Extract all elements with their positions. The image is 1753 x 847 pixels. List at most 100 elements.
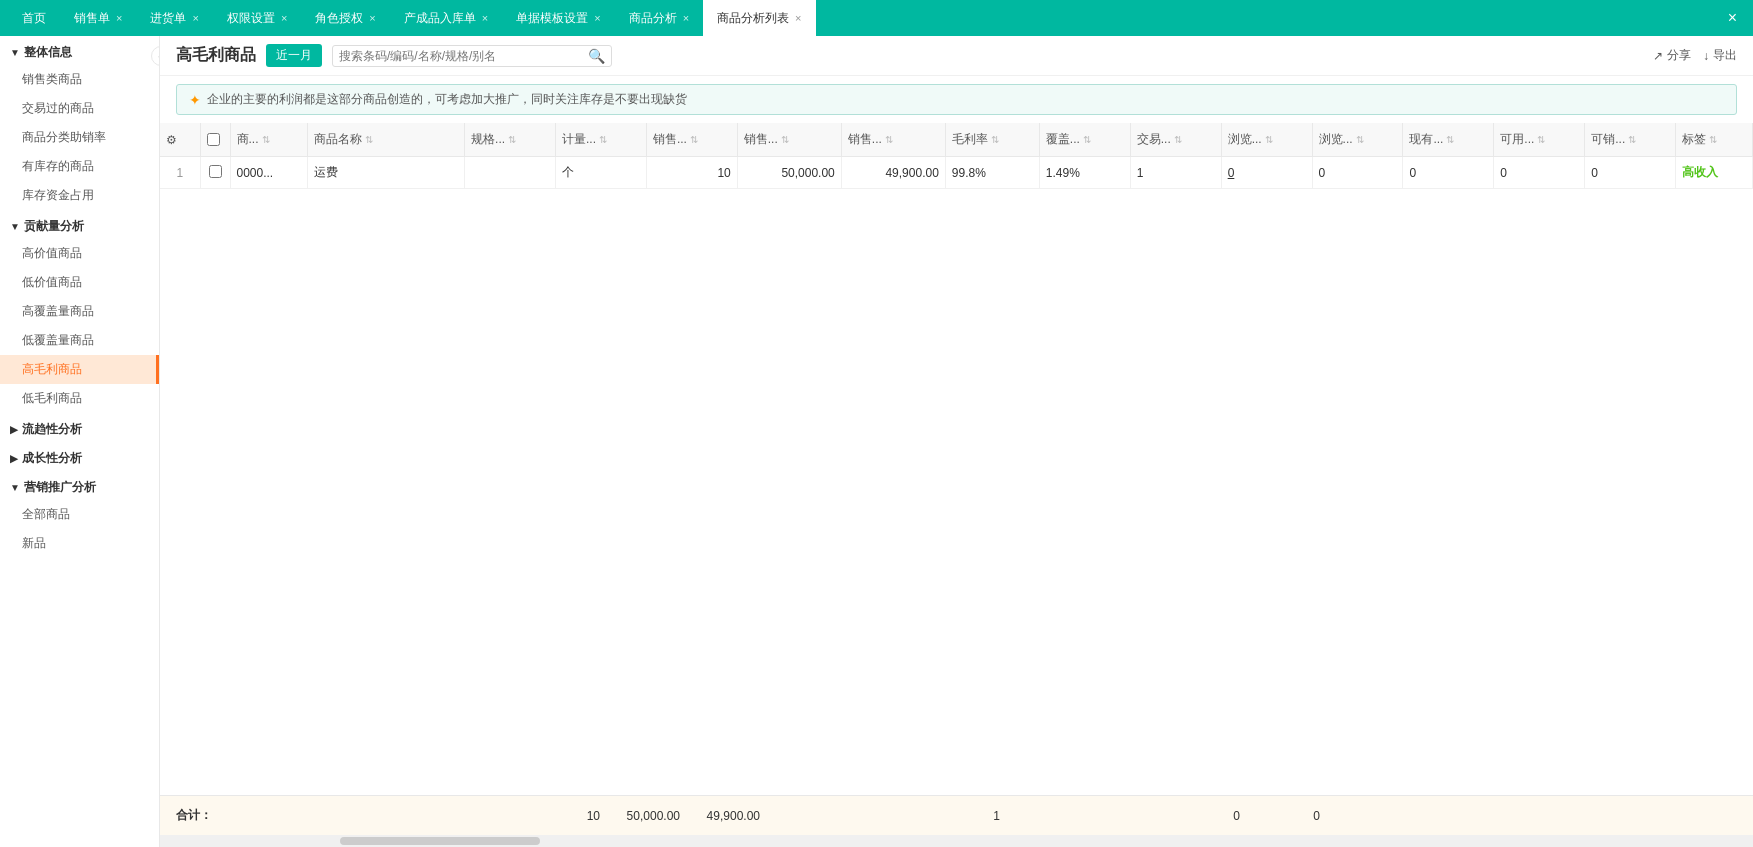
cell-browse1[interactable]: 0 (1221, 157, 1312, 189)
cell-sale-amt: 50,000.00 (737, 157, 841, 189)
close-permission-settings[interactable]: × (281, 12, 287, 24)
cell-saleable: 0 (1585, 157, 1676, 189)
cell-sale-qty: 10 (646, 157, 737, 189)
nav-sales-order[interactable]: 销售单 × (60, 0, 136, 36)
th-spec[interactable]: 规格...⇅ (465, 123, 556, 157)
sort-name-icon: ⇅ (365, 134, 373, 145)
th-code[interactable]: 商...⇅ (230, 123, 308, 157)
th-coverage[interactable]: 覆盖...⇅ (1039, 123, 1130, 157)
select-all-checkbox[interactable] (207, 133, 220, 146)
export-button[interactable]: ↓ 导出 (1703, 47, 1737, 64)
cell-checkbox (200, 157, 230, 189)
th-saleable[interactable]: 可销...⇅ (1585, 123, 1676, 157)
export-icon: ↓ (1703, 49, 1709, 63)
nav-purchase-order[interactable]: 进货单 × (136, 0, 212, 36)
sidebar-item-high-value[interactable]: 高价值商品 (0, 239, 159, 268)
sort-trade-count-icon: ⇅ (1174, 134, 1182, 145)
th-name[interactable]: 商品名称⇅ (308, 123, 465, 157)
window-close-button[interactable]: × (1720, 9, 1745, 27)
sort-available-icon: ⇅ (1537, 134, 1545, 145)
header-actions: ↗ 分享 ↓ 导出 (1653, 47, 1737, 64)
sort-saleable-icon: ⇅ (1628, 134, 1636, 145)
search-input[interactable] (339, 49, 588, 63)
sidebar-item-sales-products[interactable]: 销售类商品 (0, 65, 159, 94)
close-product-analysis-list[interactable]: × (795, 12, 801, 24)
sort-coverage-icon: ⇅ (1083, 134, 1091, 145)
cell-available: 0 (1494, 157, 1585, 189)
cell-gross-rate: 99.8% (945, 157, 1039, 189)
filter-recent-month-button[interactable]: 近一月 (266, 44, 322, 67)
sort-sale-qty-icon: ⇅ (690, 134, 698, 145)
th-sale-amt[interactable]: 销售...⇅ (737, 123, 841, 157)
nav-permission-settings[interactable]: 权限设置 × (213, 0, 301, 36)
sidebar-item-low-margin[interactable]: 低毛利商品 (0, 384, 159, 413)
th-available[interactable]: 可用...⇅ (1494, 123, 1585, 157)
sidebar-item-traded-products[interactable]: 交易过的商品 (0, 94, 159, 123)
th-unit[interactable]: 计量...⇅ (555, 123, 646, 157)
footer-totals: 10 50,000.00 49,900.00 1 0 0 (232, 809, 1737, 823)
nav-product-inbound[interactable]: 产成品入库单 × (390, 0, 502, 36)
sidebar-group-trend[interactable]: ▶ 流趋性分析 (0, 413, 159, 442)
close-purchase-order[interactable]: × (192, 12, 198, 24)
sidebar-item-low-value[interactable]: 低价值商品 (0, 268, 159, 297)
close-sales-order[interactable]: × (116, 12, 122, 24)
cell-code: 0000... (230, 157, 308, 189)
search-icon[interactable]: 🔍 (588, 48, 605, 64)
sort-gross-rate-icon: ⇅ (991, 134, 999, 145)
sort-sale-amt-icon: ⇅ (781, 134, 789, 145)
footer-current: 0 (1172, 809, 1252, 823)
nav-home[interactable]: 首页 (8, 0, 60, 36)
footer-sale-qty: 10 (532, 809, 612, 823)
sidebar-item-stocked-products[interactable]: 有库存的商品 (0, 152, 159, 181)
sidebar-group-marketing[interactable]: ▼ 营销推广分析 (0, 471, 159, 500)
share-button[interactable]: ↗ 分享 (1653, 47, 1691, 64)
bottom-scrollbar[interactable] (160, 835, 1753, 847)
sidebar-item-high-margin[interactable]: 高毛利商品 (0, 355, 159, 384)
sidebar-item-category-rate[interactable]: 商品分类助销率 (0, 123, 159, 152)
sidebar-item-high-coverage[interactable]: 高覆盖量商品 (0, 297, 159, 326)
scrollbar-thumb[interactable] (340, 837, 540, 845)
sidebar-item-new-products[interactable]: 新品 (0, 529, 159, 558)
page-title: 高毛利商品 (176, 45, 256, 66)
nav-template-settings[interactable]: 单据模板设置 × (502, 0, 614, 36)
th-sale-qty[interactable]: 销售...⇅ (646, 123, 737, 157)
th-browse2[interactable]: 浏览...⇅ (1312, 123, 1403, 157)
close-template-settings[interactable]: × (594, 12, 600, 24)
row-checkbox[interactable] (209, 165, 222, 178)
th-tag[interactable]: 标签⇅ (1676, 123, 1753, 157)
main-layout: « ▼ 整体信息 销售类商品 交易过的商品 商品分类助销率 有库存的商品 库存资… (0, 36, 1753, 847)
cell-sale-profit: 49,900.00 (841, 157, 945, 189)
th-gross-rate[interactable]: 毛利率⇅ (945, 123, 1039, 157)
marketing-arrow-icon: ▼ (10, 482, 20, 493)
nav-product-analysis[interactable]: 商品分析 × (615, 0, 703, 36)
table-row: 1 0000... 运费 个 10 50,000.00 49,900.00 99… (160, 157, 1753, 189)
overall-arrow-icon: ▼ (10, 47, 20, 58)
th-browse1[interactable]: 浏览...⇅ (1221, 123, 1312, 157)
close-product-analysis[interactable]: × (683, 12, 689, 24)
sidebar-item-inventory-capital[interactable]: 库存资金占用 (0, 181, 159, 210)
th-sale-profit[interactable]: 销售...⇅ (841, 123, 945, 157)
table-header-row: ⚙ 商...⇅ 商品名称⇅ 规格...⇅ (160, 123, 1753, 157)
th-trade-count[interactable]: 交易...⇅ (1130, 123, 1221, 157)
nav-product-analysis-list[interactable]: 商品分析列表 × (703, 0, 815, 36)
data-table: ⚙ 商...⇅ 商品名称⇅ 规格...⇅ (160, 123, 1753, 189)
th-settings[interactable]: ⚙ (160, 123, 200, 157)
sidebar-group-overall[interactable]: ▼ 整体信息 (0, 36, 159, 65)
content-area: 高毛利商品 近一月 🔍 ↗ 分享 ↓ 导出 ✦ 企业的主要的利润都是这部分商品创… (160, 36, 1753, 847)
th-current[interactable]: 现有...⇅ (1403, 123, 1494, 157)
footer-sale-profit: 49,900.00 (692, 809, 772, 823)
table-wrapper[interactable]: ⚙ 商...⇅ 商品名称⇅ 规格...⇅ (160, 123, 1753, 795)
sidebar-group-growth[interactable]: ▶ 成长性分析 (0, 442, 159, 471)
nav-role-auth[interactable]: 角色授权 × (301, 0, 389, 36)
share-icon: ↗ (1653, 49, 1663, 63)
close-product-inbound[interactable]: × (482, 12, 488, 24)
cell-spec (465, 157, 556, 189)
sidebar-group-contribution[interactable]: ▼ 贡献量分析 (0, 210, 159, 239)
footer-available: 0 (1252, 809, 1332, 823)
info-icon: ✦ (189, 92, 201, 108)
sidebar-item-low-coverage[interactable]: 低覆盖量商品 (0, 326, 159, 355)
contribution-arrow-icon: ▼ (10, 221, 20, 232)
close-role-auth[interactable]: × (369, 12, 375, 24)
sidebar-item-all-products[interactable]: 全部商品 (0, 500, 159, 529)
sort-code-icon: ⇅ (262, 134, 270, 145)
